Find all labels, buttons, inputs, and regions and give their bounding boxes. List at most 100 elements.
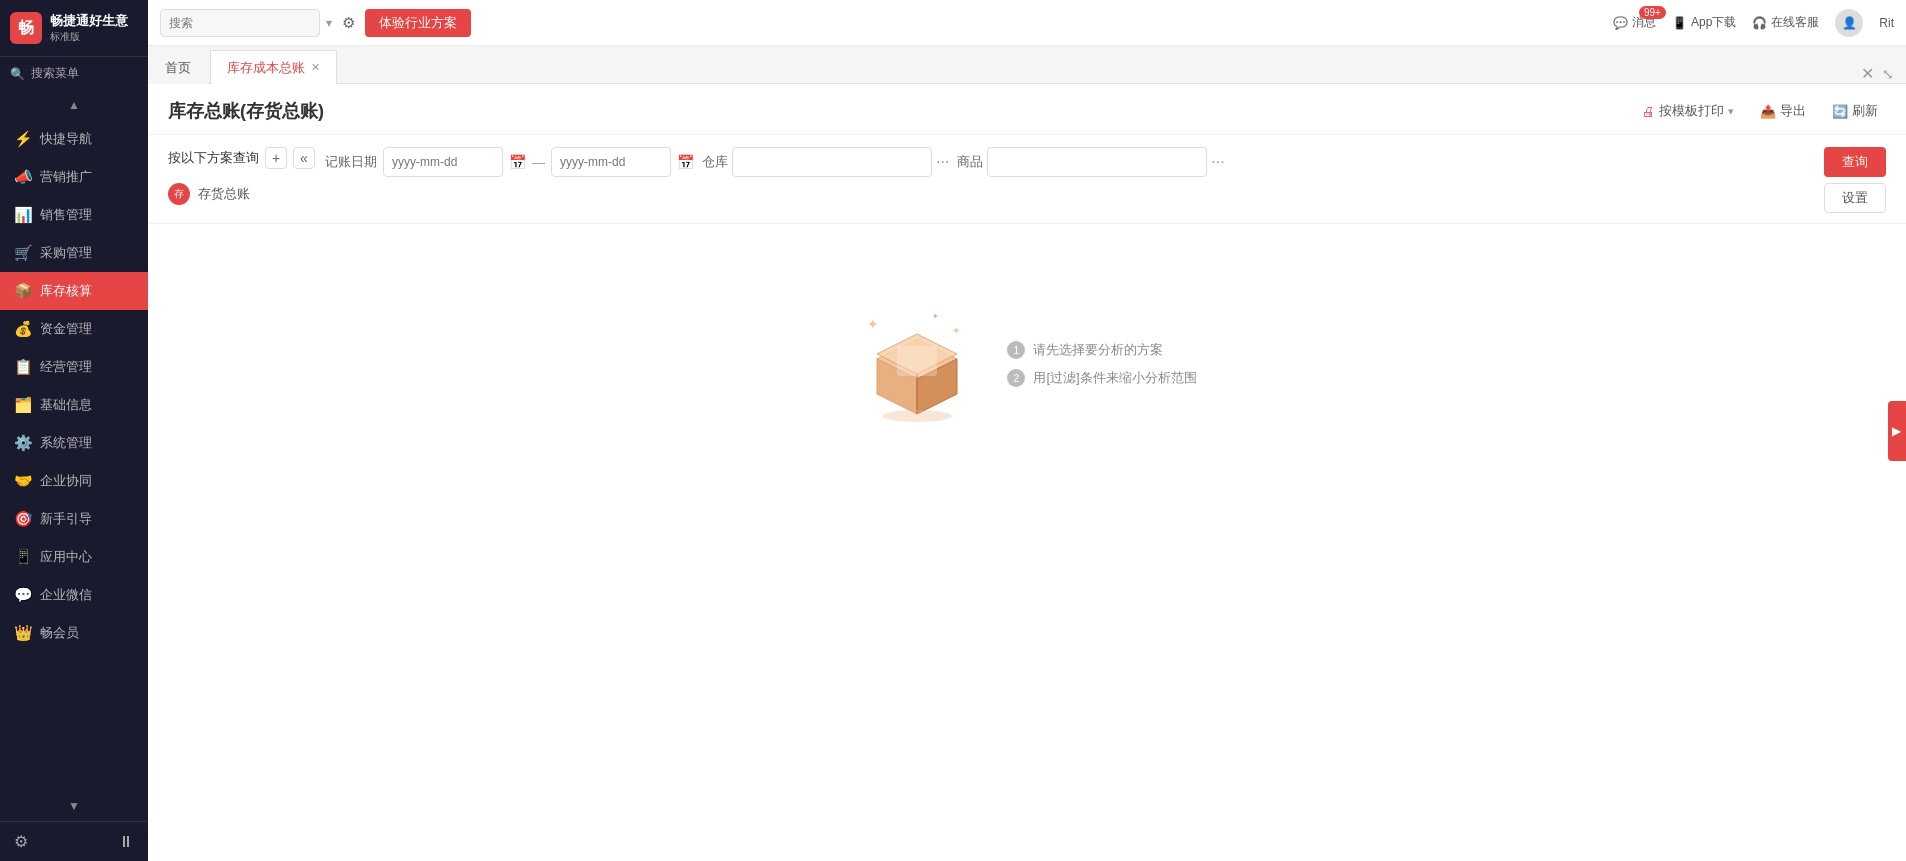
sidebar-item-purchase[interactable]: 🛒 采购管理 [0, 234, 148, 272]
system-nav-label: 系统管理 [40, 434, 92, 452]
sidebar-item-finance[interactable]: 💰 资金管理 [0, 310, 148, 348]
filter-collapse-btn[interactable]: « [293, 147, 315, 169]
finance-nav-label: 资金管理 [40, 320, 92, 338]
topbar-gear-icon[interactable]: ⚙ [338, 10, 359, 36]
sidebar-item-marketing[interactable]: 📣 营销推广 [0, 158, 148, 196]
marketing-nav-icon: 📣 [14, 168, 32, 186]
page-header: 库存总账(存货总账) 🖨 按模板打印 ▾ 📤 导出 🔄 刷新 [148, 84, 1906, 135]
search-icon: 🔍 [10, 67, 25, 81]
sidebar-item-cooperation[interactable]: 🤝 企业协同 [0, 462, 148, 500]
warehouse-label: 仓库 [702, 153, 728, 171]
sidebar-scroll-up: ▲ [0, 90, 148, 120]
export-btn[interactable]: 📤 导出 [1752, 98, 1814, 124]
sidebar-item-system[interactable]: ⚙️ 系统管理 [0, 424, 148, 462]
page-actions: 🖨 按模板打印 ▾ 📤 导出 🔄 刷新 [1634, 98, 1886, 124]
sidebar-item-members[interactable]: 👑 畅会员 [0, 614, 148, 652]
sidebar-item-apps[interactable]: 📱 应用中心 [0, 538, 148, 576]
sidebar-item-guide[interactable]: 🎯 新手引导 [0, 500, 148, 538]
tab-home[interactable]: 首页 [148, 50, 208, 84]
basic-info-nav-label: 基础信息 [40, 396, 92, 414]
warehouse-input[interactable] [732, 147, 932, 177]
sidebar-nav: ⚡ 快捷导航 📣 营销推广 📊 销售管理 🛒 采购管理 📦 库存核算 💰 资金管… [0, 120, 148, 791]
sidebar-item-quick-nav[interactable]: ⚡ 快捷导航 [0, 120, 148, 158]
empty-tips: 1 请先选择要分析的方案 2 用[过滤]条件来缩小分析范围 [1007, 341, 1196, 387]
purchase-nav-label: 采购管理 [40, 244, 92, 262]
scheme-item[interactable]: 存 存货总账 [168, 177, 315, 211]
tab-close-icon[interactable]: ✕ [311, 62, 320, 73]
empty-tip-1: 1 请先选择要分析的方案 [1007, 341, 1196, 359]
tab-inventory-ledger[interactable]: 库存成本总账 ✕ [210, 50, 337, 84]
topbar-username[interactable]: Rit [1879, 16, 1894, 30]
filter-add-btn[interactable]: + [265, 147, 287, 169]
empty-illustration: ✦ ✦ ✦ 1 请先选择要分析的方案 2 用[过滤]条件来缩小分析范围 [857, 304, 1196, 424]
sidebar-item-operations[interactable]: 📋 经营管理 [0, 348, 148, 386]
topbar: ▾ ⚙ 体验行业方案 💬 消息 99+ 📱 App下载 🎧 在线客服 👤 Rit [148, 0, 1906, 46]
svg-rect-5 [897, 346, 937, 376]
topbar-app-download[interactable]: 📱 App下载 [1672, 14, 1736, 31]
industry-btn[interactable]: 体验行业方案 [365, 9, 471, 37]
filter-left: 按以下方案查询 + « 存 存货总账 [168, 147, 315, 211]
inventory-nav-label: 库存核算 [40, 282, 92, 300]
refresh-btn[interactable]: 🔄 刷新 [1824, 98, 1886, 124]
tip2-num: 2 [1007, 369, 1025, 387]
page-title: 库存总账(存货总账) [168, 99, 324, 123]
sales-nav-icon: 📊 [14, 206, 32, 224]
members-nav-label: 畅会员 [40, 624, 79, 642]
sidebar: 畅 畅捷通好生意 标准版 🔍 搜索菜单 ▲ ⚡ 快捷导航 📣 营销推广 📊 销售… [0, 0, 148, 861]
settings-btn[interactable]: 设置 [1824, 183, 1886, 213]
sidebar-item-inventory[interactable]: 📦 库存核算 [0, 272, 148, 310]
cooperation-nav-icon: 🤝 [14, 472, 32, 490]
quick-nav-nav-label: 快捷导航 [40, 130, 92, 148]
goods-input[interactable] [987, 147, 1207, 177]
guide-nav-icon: 🎯 [14, 510, 32, 528]
calendar-end-icon[interactable]: 📅 [677, 154, 694, 170]
search-label: 搜索菜单 [31, 65, 79, 82]
main-content: ▾ ⚙ 体验行业方案 💬 消息 99+ 📱 App下载 🎧 在线客服 👤 Rit [148, 0, 1906, 861]
date-end-input[interactable] [551, 147, 671, 177]
tab-close-panel-icon[interactable]: ✕ [1861, 64, 1874, 83]
tab-inventory-ledger-label: 库存成本总账 [227, 59, 305, 77]
warehouse-more-icon[interactable]: ··· [936, 153, 949, 171]
settings-icon[interactable]: ⚙ [14, 832, 28, 851]
purchase-nav-icon: 🛒 [14, 244, 32, 262]
query-btn[interactable]: 查询 [1824, 147, 1886, 177]
sidebar-search[interactable]: 🔍 搜索菜单 [0, 57, 148, 90]
empty-box-svg: ✦ ✦ ✦ [857, 304, 977, 424]
refresh-label: 刷新 [1852, 102, 1878, 120]
topbar-avatar[interactable]: 👤 [1835, 9, 1863, 37]
print-label: 按模板打印 [1659, 102, 1724, 120]
sidebar-item-basic-info[interactable]: 🗂️ 基础信息 [0, 386, 148, 424]
sidebar-logo: 畅 畅捷通好生意 标准版 [0, 0, 148, 57]
apps-nav-icon: 📱 [14, 548, 32, 566]
print-btn[interactable]: 🖨 按模板打印 ▾ [1634, 98, 1742, 124]
warehouse-field: 仓库 ··· [702, 147, 949, 177]
right-panel-toggle: ▶ [1888, 401, 1906, 461]
tabs-bar: 首页 库存成本总账 ✕ ✕ ⤡ [148, 46, 1906, 84]
date-label: 记账日期 [325, 153, 377, 171]
query-settings-area: 查询 设置 [1824, 147, 1886, 213]
sidebar-item-sales[interactable]: 📊 销售管理 [0, 196, 148, 234]
print-chevron-icon[interactable]: ▾ [1728, 105, 1734, 118]
message-badge: 99+ [1639, 6, 1666, 19]
goods-more-icon[interactable]: ··· [1211, 153, 1224, 171]
topbar-search-input[interactable] [160, 9, 320, 37]
svg-text:✦: ✦ [932, 312, 939, 321]
scroll-up-arrow[interactable]: ▲ [64, 94, 84, 116]
sidebar-scroll-down: ▼ [0, 791, 148, 821]
sidebar-item-wechat[interactable]: 💬 企业微信 [0, 576, 148, 614]
date-separator: — [532, 155, 545, 170]
scheme-name: 存货总账 [198, 185, 250, 203]
right-panel-btn[interactable]: ▶ [1888, 401, 1906, 461]
scheme-icon-text: 存 [174, 187, 184, 201]
scroll-down-arrow[interactable]: ▼ [64, 795, 84, 817]
system-nav-icon: ⚙️ [14, 434, 32, 452]
topbar-online-service[interactable]: 🎧 在线客服 [1752, 14, 1819, 31]
tab-resize-icon[interactable]: ⤡ [1882, 66, 1894, 82]
collapse-icon[interactable]: ⏸ [118, 833, 134, 851]
topbar-chevron-icon[interactable]: ▾ [326, 16, 332, 30]
tip1-text: 请先选择要分析的方案 [1033, 341, 1163, 359]
date-start-input[interactable] [383, 147, 503, 177]
service-label: 在线客服 [1771, 14, 1819, 31]
calendar-start-icon[interactable]: 📅 [509, 154, 526, 170]
topbar-message[interactable]: 💬 消息 99+ [1613, 14, 1656, 31]
